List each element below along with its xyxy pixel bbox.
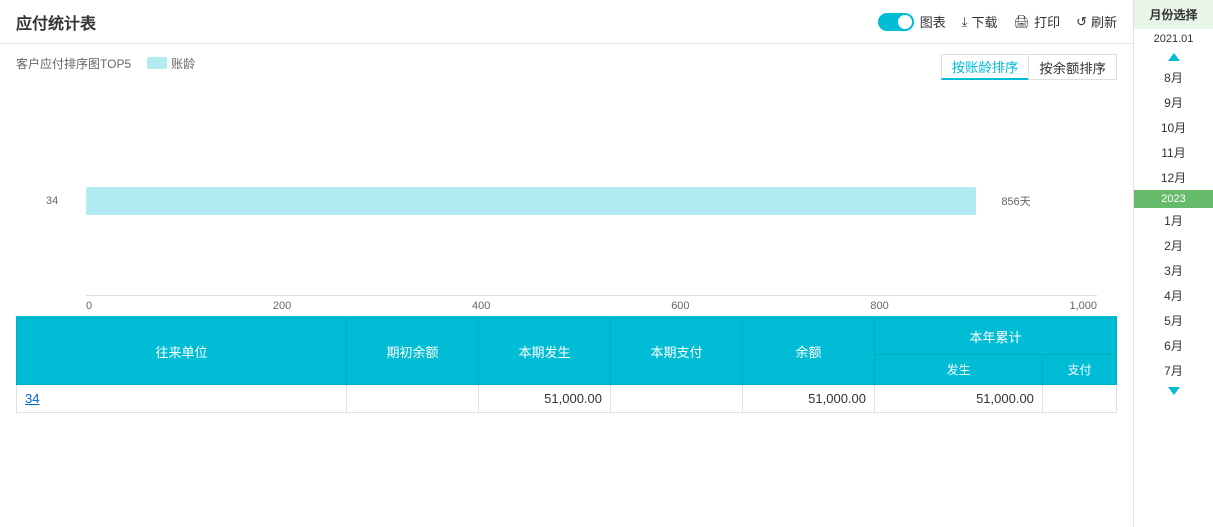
- chart-section: 客户应付排序图TOP5 账龄 按账龄排序 按余额排序 34: [0, 44, 1133, 527]
- sort-by-balance-button[interactable]: 按余额排序: [1028, 54, 1117, 80]
- x-label-4: 800: [870, 300, 888, 312]
- print-icon: 🖨: [1014, 14, 1031, 30]
- chart-bar: 856天: [86, 187, 976, 215]
- table-header-row: 往来单位 期初余额 本期发生 本期支付 余额 本年累计: [17, 319, 1117, 355]
- col-header-ytd-pay: 支付: [1042, 355, 1116, 385]
- legend-item-series: 客户应付排序图TOP5: [16, 55, 131, 72]
- sidebar-month-10[interactable]: 10月: [1134, 115, 1213, 140]
- legend-item-bar: 账龄: [147, 55, 195, 72]
- refresh-button[interactable]: ↺ 刷新: [1076, 12, 1117, 31]
- bar-end-label: 856天: [1001, 193, 1030, 209]
- download-icon: ⤓: [962, 14, 968, 30]
- chart-toggle[interactable]: [878, 13, 914, 31]
- header-actions: 图表 ⤓ 下载 🖨 打印 ↺ 刷新: [878, 12, 1117, 31]
- chart-toggle-label: 图表: [920, 12, 946, 31]
- cell-ytd-pay: [1042, 385, 1116, 413]
- x-axis: 0 200 400 600 800 1,000: [86, 300, 1097, 312]
- chart-controls: 按账龄排序 按余额排序: [941, 54, 1117, 80]
- print-label: 打印: [1034, 12, 1060, 31]
- sidebar-month-5[interactable]: 5月: [1134, 308, 1213, 333]
- legend-color-box: [147, 57, 167, 69]
- month-sidebar: 月份选择 2021.01 8月 9月 10月 11月 12月 2023 1月 2…: [1133, 0, 1213, 527]
- sidebar-header: 月份选择: [1134, 0, 1213, 29]
- sidebar-month-7[interactable]: 7月: [1134, 358, 1213, 383]
- sidebar-month-9[interactable]: 9月: [1134, 90, 1213, 115]
- y-axis-label: 34: [46, 195, 58, 207]
- sidebar-month-1[interactable]: 1月: [1134, 208, 1213, 233]
- col-header-ytd-occur: 发生: [875, 355, 1043, 385]
- cell-unit[interactable]: 34: [17, 385, 347, 413]
- data-table: 往来单位 期初余额 本期发生 本期支付 余额 本年累计 发生 支付: [16, 318, 1117, 413]
- legend-bar-label: 账龄: [171, 55, 195, 72]
- cell-balance: 51,000.00: [743, 385, 875, 413]
- sidebar-year-marker[interactable]: 2023: [1134, 190, 1213, 208]
- chevron-down-icon: [1168, 387, 1180, 395]
- download-label: 下载: [972, 12, 998, 31]
- page-title: 应付统计表: [16, 10, 96, 34]
- sidebar-month-3[interactable]: 3月: [1134, 258, 1213, 283]
- chart-area: 34 856天 0 200 400 600 800 1,000: [16, 86, 1117, 316]
- col-header-occur: 本期发生: [479, 319, 611, 385]
- refresh-label: 刷新: [1091, 12, 1117, 31]
- sidebar-month-6[interactable]: 6月: [1134, 333, 1213, 358]
- chart-legend-row: 客户应付排序图TOP5 账龄 按账龄排序 按余额排序: [16, 54, 1117, 80]
- sidebar-month-12[interactable]: 12月: [1134, 165, 1213, 190]
- cell-pay: [611, 385, 743, 413]
- col-header-pay: 本期支付: [611, 319, 743, 385]
- col-header-opening: 期初余额: [347, 319, 479, 385]
- cell-opening: [347, 385, 479, 413]
- legend-series-label: 客户应付排序图TOP5: [16, 55, 131, 72]
- refresh-icon: ↺: [1076, 14, 1087, 30]
- cell-ytd-occur: 51,000.00: [875, 385, 1043, 413]
- download-button[interactable]: ⤓ 下载: [962, 12, 998, 31]
- x-label-1: 200: [273, 300, 291, 312]
- sort-by-age-button[interactable]: 按账龄排序: [941, 54, 1029, 80]
- sidebar-month-4[interactable]: 4月: [1134, 283, 1213, 308]
- table-section: 往来单位 期初余额 本期发生 本期支付 余额 本年累计 发生 支付: [16, 316, 1117, 413]
- bar-row: 856天: [86, 187, 1097, 215]
- sidebar-month-8[interactable]: 8月: [1134, 65, 1213, 90]
- chart-legend: 客户应付排序图TOP5 账龄: [16, 55, 195, 72]
- print-button[interactable]: 🖨 打印: [1014, 12, 1061, 31]
- x-label-3: 600: [671, 300, 689, 312]
- col-header-ytd: 本年累计: [875, 319, 1117, 355]
- chart-toggle-wrap: 图表: [878, 12, 946, 31]
- col-header-balance: 余额: [743, 319, 875, 385]
- sidebar-month-2[interactable]: 2月: [1134, 233, 1213, 258]
- sidebar-nav-down[interactable]: [1134, 383, 1213, 399]
- chevron-up-icon: [1168, 53, 1180, 61]
- table-row: 34 51,000.00 51,000.00 51,000.00: [17, 385, 1117, 413]
- sidebar-month-11[interactable]: 11月: [1134, 140, 1213, 165]
- x-axis-line: [86, 295, 1097, 296]
- col-header-unit: 往来单位: [17, 319, 347, 385]
- x-label-0: 0: [86, 300, 92, 312]
- sidebar-nav-up[interactable]: [1134, 49, 1213, 65]
- cell-occur: 51,000.00: [479, 385, 611, 413]
- x-label-5: 1,000: [1069, 300, 1097, 312]
- sidebar-current-value: 2021.01: [1134, 29, 1213, 49]
- bar-container: 856天: [86, 187, 1097, 215]
- x-label-2: 400: [472, 300, 490, 312]
